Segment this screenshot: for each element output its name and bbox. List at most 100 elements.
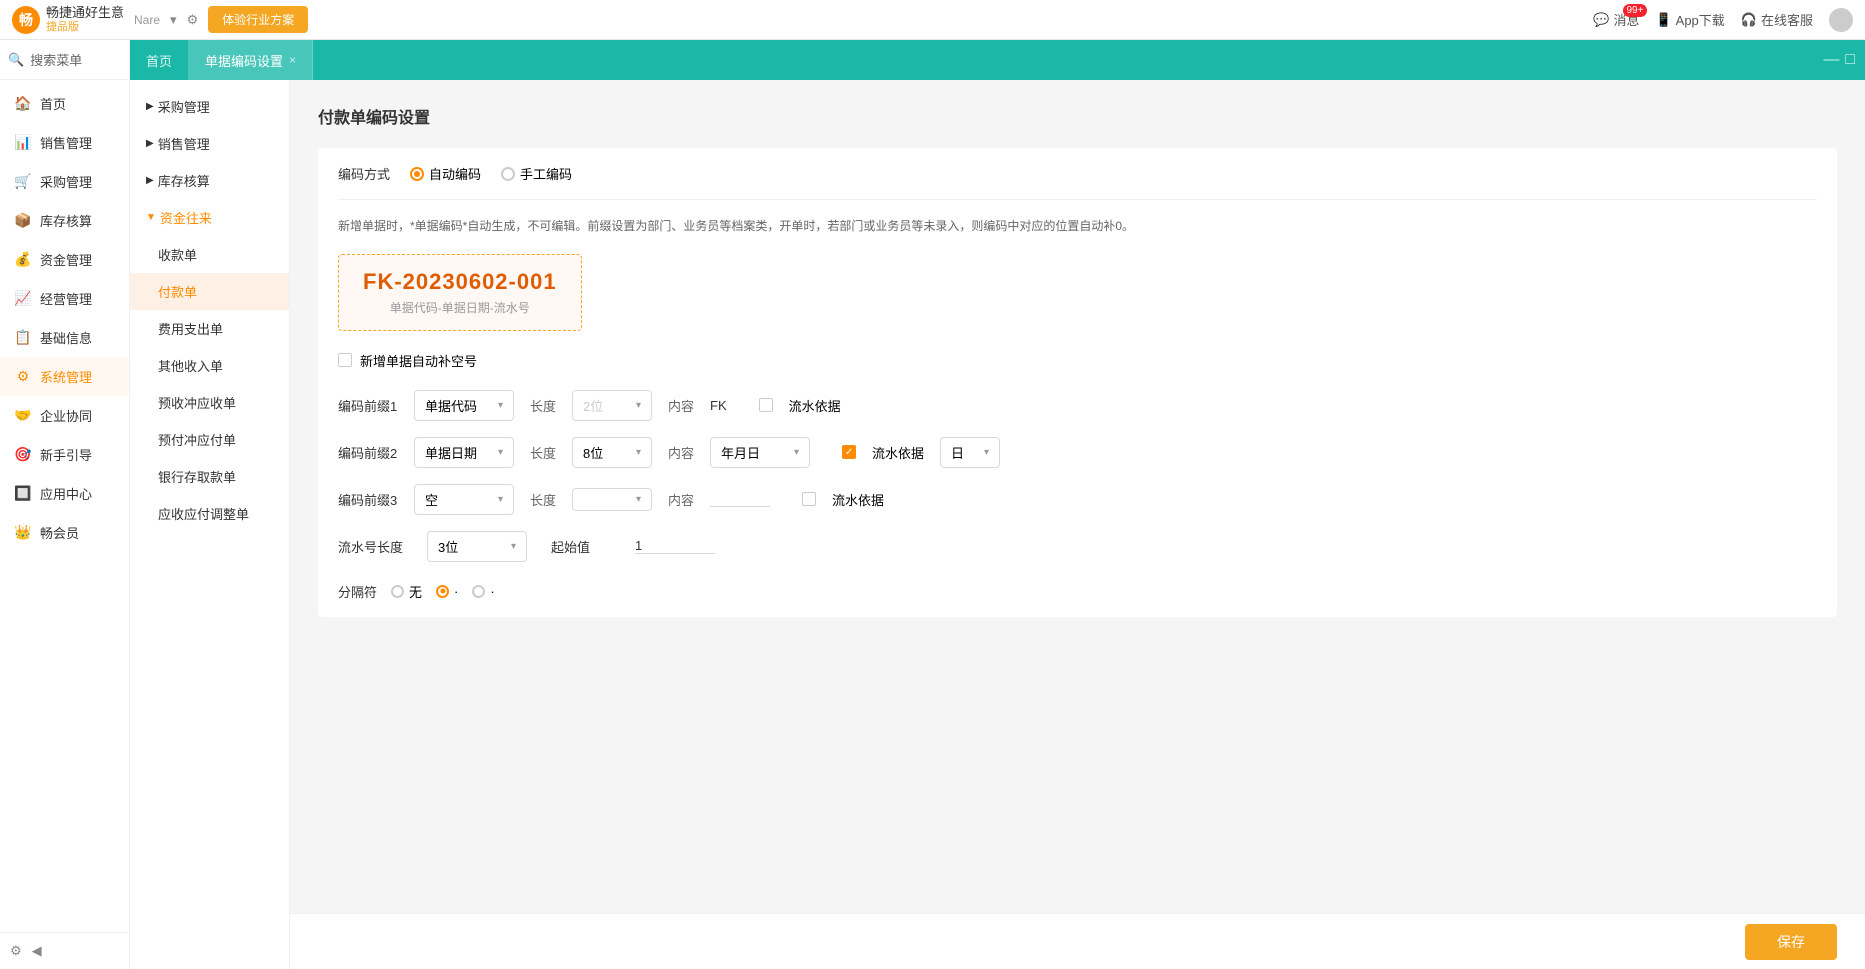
main-content-scroll: 付款单编码设置 编码方式 自动编码 [290, 80, 1865, 913]
left-menu-payment[interactable]: 付款单 [130, 273, 289, 310]
encoding-method-label: 编码方式 [338, 164, 390, 183]
sidebar-item-basic-info[interactable]: 📋 基础信息 [0, 318, 129, 357]
sidebar-item-enterprise[interactable]: 🤝 企业协同 [0, 396, 129, 435]
top-bar-right: 💬 消息 99+ 📱 App下载 🎧 在线客服 [1593, 8, 1853, 32]
sidebar-item-member[interactable]: 👑 畅会员 [0, 513, 129, 552]
left-menu-inventory[interactable]: ▶ 库存核算 [130, 162, 289, 199]
prefix2-serial-label: 流水依据 [872, 443, 924, 462]
left-menu-advance-offset[interactable]: 预付冲应付单 [130, 421, 289, 458]
prefix3-serial-checkbox[interactable] [802, 492, 816, 506]
purchase-icon: 🛒 [14, 173, 32, 191]
collapse-icon[interactable]: ◀ [32, 943, 42, 959]
select-arrow-icon: ▾ [511, 541, 516, 552]
search-icon: 🔍 [8, 52, 24, 68]
select-arrow-icon: ▾ [984, 447, 989, 458]
select-arrow-icon: ▾ [498, 447, 503, 458]
manual-encode-circle[interactable] [501, 167, 515, 181]
sales-icon: 📊 [14, 134, 32, 152]
messages-btn[interactable]: 💬 消息 99+ [1593, 10, 1639, 29]
app-download-btn[interactable]: 📱 App下载 [1655, 10, 1724, 29]
left-menu-sales[interactable]: ▶ 销售管理 [130, 125, 289, 162]
sidebar-nav: 🏠 首页 📊 销售管理 🛒 采购管理 📦 库存核算 💰 资金管理 📈 经 [0, 80, 129, 932]
prefix3-row: 编码前缀3 空 ▾ 长度 ▾ 内容 [338, 484, 1817, 515]
arrow-right-icon: ▶ [146, 175, 154, 186]
left-menu-expense[interactable]: 费用支出单 [130, 310, 289, 347]
right-panel: 首页 单据编码设置 × — □ ▶ 采购管理 ▶ 销售管理 [130, 40, 1865, 969]
prefix3-label: 编码前缀3 [338, 490, 398, 509]
sidebar-item-guide[interactable]: 🎯 新手引导 [0, 435, 129, 474]
system-icon: ⚙ [14, 368, 32, 386]
start-value-input[interactable] [635, 538, 715, 554]
arrow-right-icon: ▶ [146, 138, 154, 149]
breadcrumb: Nare [134, 13, 160, 27]
tab-minimize-btn[interactable]: — [1823, 51, 1839, 69]
sidebar-item-purchase[interactable]: 🛒 采购管理 [0, 162, 129, 201]
left-menu-bank-deposit[interactable]: 银行存取款单 [130, 458, 289, 495]
search-menu[interactable]: 🔍 搜索菜单 [0, 40, 129, 80]
online-service-btn[interactable]: 🎧 在线客服 [1741, 10, 1813, 29]
prefix1-select[interactable]: 单据代码 ▾ [414, 390, 514, 421]
auto-encode-circle[interactable] [410, 167, 424, 181]
preview-code: FK-20230602-001 [363, 269, 557, 295]
prefix1-length-select[interactable]: 2位 ▾ [572, 390, 652, 421]
avatar[interactable] [1829, 8, 1853, 32]
sidebar: 🔍 搜索菜单 🏠 首页 📊 销售管理 🛒 采购管理 📦 库存核算 💰 [0, 40, 130, 969]
prefix1-serial-checkbox[interactable] [759, 398, 773, 412]
headset-icon: 🎧 [1741, 12, 1757, 28]
tab-bar-controls: — □ [1823, 51, 1865, 69]
prefix2-select[interactable]: 单据日期 ▾ [414, 437, 514, 468]
auto-encode-radio[interactable]: 自动编码 [410, 164, 481, 183]
prefix2-length-select[interactable]: 8位 ▾ [572, 437, 652, 468]
select-arrow-icon: ▾ [636, 447, 641, 458]
prefix3-select[interactable]: 空 ▾ [414, 484, 514, 515]
separator-dot2-radio[interactable]: · [472, 584, 494, 599]
prefix3-length-select[interactable]: ▾ [572, 488, 652, 511]
start-value-label: 起始值 [551, 537, 611, 556]
serial-row: 流水号长度 3位 ▾ 起始值 [338, 531, 1817, 562]
left-menu-receipts[interactable]: 收款单 [130, 236, 289, 273]
separator-label: 分隔符 [338, 582, 377, 601]
prefix2-serial-checkbox[interactable]: ✓ [842, 445, 856, 459]
sidebar-item-home[interactable]: 🏠 首页 [0, 84, 129, 123]
arrow-right-icon: ▶ [146, 101, 154, 112]
prefix2-serial-unit-select[interactable]: 日 ▾ [940, 437, 1000, 468]
separator-dot2-circle[interactable] [472, 585, 485, 598]
settings-icon[interactable]: ⚙ [187, 12, 199, 28]
save-button[interactable]: 保存 [1745, 924, 1837, 960]
top-bar: 畅 畅捷通好生意 捷品版 Nare ▾ ⚙ 体验行业方案 💬 消息 99+ 📱 … [0, 0, 1865, 40]
bottom-settings-icon[interactable]: ⚙ [10, 943, 22, 959]
separator-dot-radio[interactable]: · [436, 584, 458, 599]
tab-maximize-btn[interactable]: □ [1845, 51, 1855, 69]
left-menu-ar-ap-adjust[interactable]: 应收应付调整单 [130, 495, 289, 532]
manual-encode-radio[interactable]: 手工编码 [501, 164, 572, 183]
separator-none-radio[interactable]: 无 [391, 582, 422, 601]
prefix2-content-select[interactable]: 年月日 ▾ [710, 437, 810, 468]
separator-dot-circle[interactable] [436, 585, 449, 598]
tab-home[interactable]: 首页 [130, 40, 189, 80]
left-menu-funds[interactable]: ▼ 资金往来 [130, 199, 289, 236]
tab-close-btn[interactable]: × [289, 53, 296, 67]
industry-btn[interactable]: 体验行业方案 [208, 6, 308, 33]
left-menu-prepay-offset[interactable]: 预收冲应收单 [130, 384, 289, 421]
top-bar-left: 畅 畅捷通好生意 捷品版 Nare ▾ ⚙ 体验行业方案 [12, 5, 308, 34]
bottom-bar: 保存 [290, 913, 1865, 969]
sidebar-item-system[interactable]: ⚙ 系统管理 [0, 357, 129, 396]
tab-encoding-settings[interactable]: 单据编码设置 × [189, 40, 313, 80]
sidebar-item-operations[interactable]: 📈 经营管理 [0, 279, 129, 318]
preview-desc: 单据代码-单据日期-流水号 [363, 299, 557, 316]
preview-box: FK-20230602-001 单据代码-单据日期-流水号 [338, 254, 582, 331]
auto-fill-checkbox[interactable] [338, 353, 352, 367]
separator-none-circle[interactable] [391, 585, 404, 598]
dropdown-arrow-icon[interactable]: ▾ [170, 12, 177, 28]
serial-length-select[interactable]: 3位 ▾ [427, 531, 527, 562]
sidebar-item-inventory[interactable]: 📦 库存核算 [0, 201, 129, 240]
serial-length-label: 流水号长度 [338, 537, 403, 556]
app-center-icon: 🔲 [14, 485, 32, 503]
sidebar-item-sales[interactable]: 📊 销售管理 [0, 123, 129, 162]
prefix3-content-input[interactable] [710, 491, 770, 507]
select-arrow-icon: ▾ [794, 447, 799, 458]
sidebar-item-finance[interactable]: 💰 资金管理 [0, 240, 129, 279]
sidebar-item-app-center[interactable]: 🔲 应用中心 [0, 474, 129, 513]
left-menu-purchase[interactable]: ▶ 采购管理 [130, 88, 289, 125]
left-menu-other-income[interactable]: 其他收入单 [130, 347, 289, 384]
